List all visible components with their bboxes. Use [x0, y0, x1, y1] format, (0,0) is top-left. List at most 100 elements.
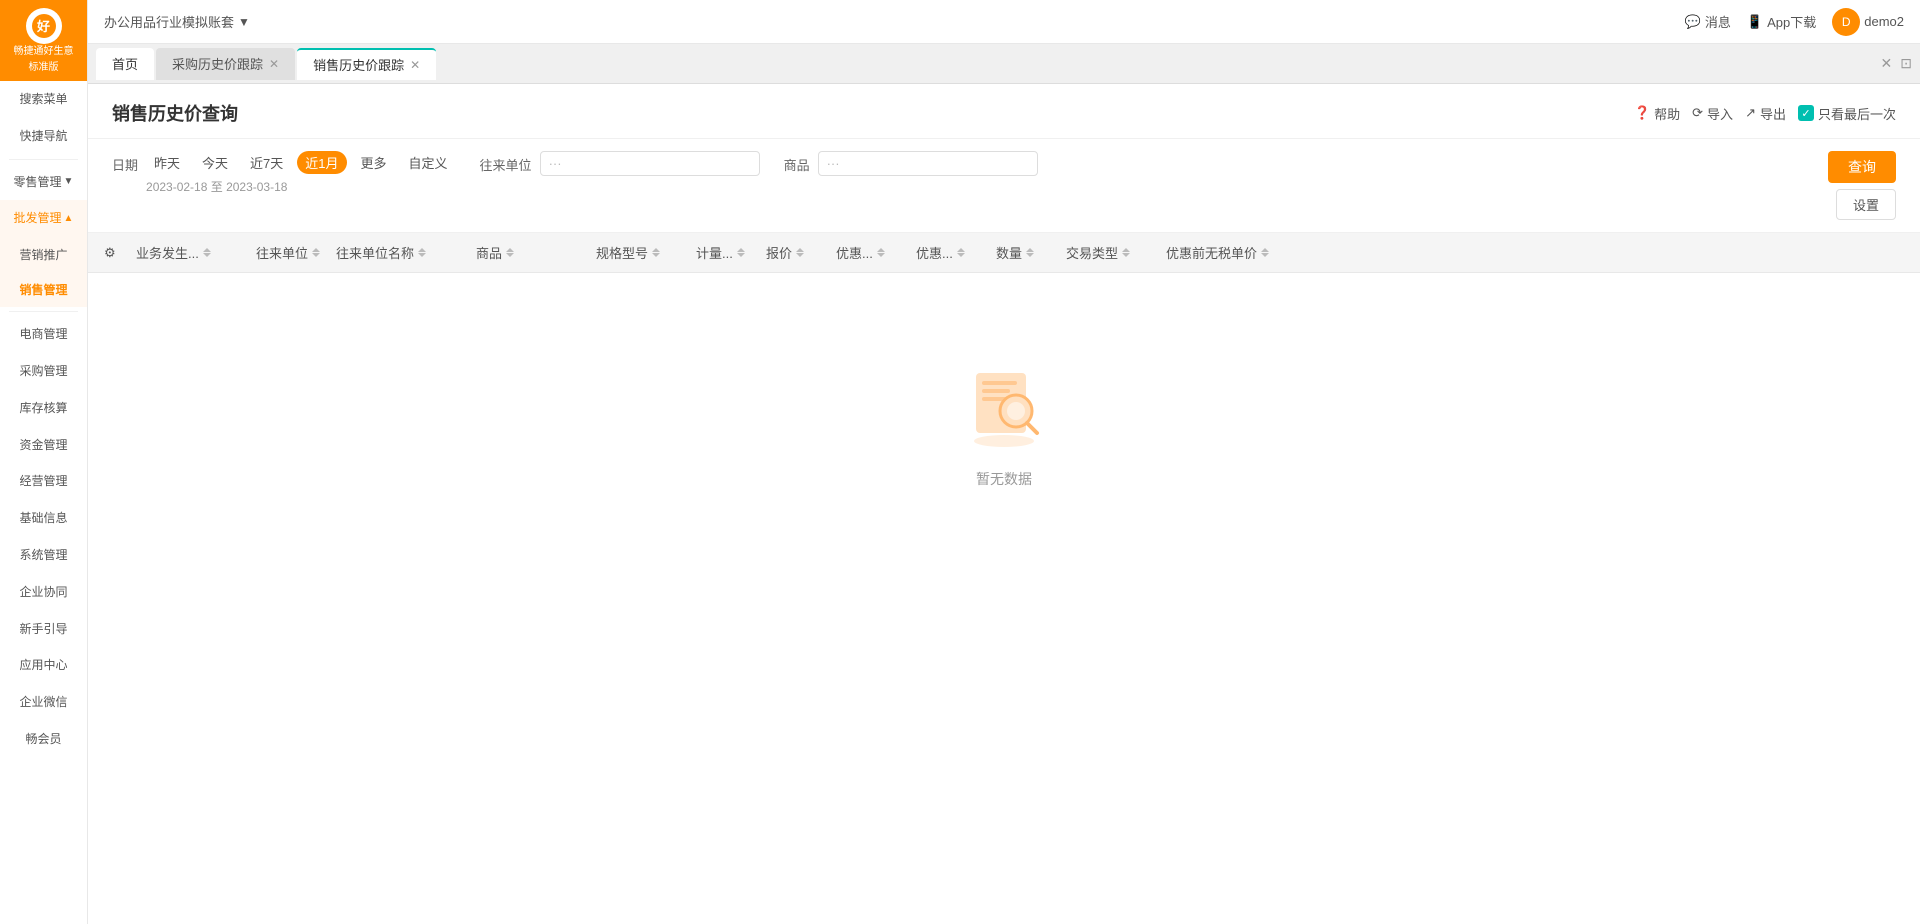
th-trade-type-sort: [1122, 248, 1130, 257]
th-pre-tax[interactable]: 优惠前无税单价: [1158, 243, 1912, 262]
company-name: 办公用品行业模拟账套: [104, 12, 234, 31]
th-price-label: 报价: [766, 243, 792, 262]
user-profile[interactable]: D demo2: [1832, 8, 1904, 36]
message-icon: 💬: [1685, 14, 1701, 30]
company-selector[interactable]: 办公用品行业模拟账套 ▼: [104, 12, 250, 31]
sidebar-item-ecommerce-mgmt[interactable]: 电商管理: [0, 316, 87, 353]
sidebar-item-retail-mgmt[interactable]: 零售管理 ▼: [0, 164, 87, 201]
th-unit[interactable]: 计量...: [688, 243, 758, 262]
tab-sales-close-icon[interactable]: ✕: [410, 58, 420, 72]
product-filter-group: 商品 ···: [784, 151, 1038, 176]
app-name: 畅捷通好生意: [14, 46, 74, 58]
tab-bar: 首页 采购历史价跟踪 ✕ 销售历史价跟踪 ✕ ✕ ⊡: [88, 44, 1920, 84]
export-btn[interactable]: ↗ 导出: [1745, 104, 1786, 123]
empty-state: 暂无数据: [88, 273, 1920, 569]
help-btn[interactable]: ❓ 帮助: [1634, 104, 1680, 123]
sidebar-item-enterprise-wechat[interactable]: 企业微信: [0, 684, 87, 721]
sidebar-item-enterprise-coop[interactable]: 企业协同: [0, 574, 87, 611]
product-placeholder: ···: [827, 156, 840, 171]
app-logo[interactable]: 好 畅捷通好生意 标准版: [0, 0, 87, 81]
th-spec-label: 规格型号: [596, 243, 648, 262]
th-product[interactable]: 商品: [468, 243, 588, 262]
sidebar-item-finance-mgmt[interactable]: 资金管理: [0, 427, 87, 464]
import-btn[interactable]: ⟳ 导入: [1692, 104, 1733, 123]
th-unit-label: 计量...: [696, 243, 733, 262]
date-option-7days[interactable]: 近7天: [242, 151, 291, 174]
maximize-icon[interactable]: ⊡: [1900, 55, 1912, 72]
download-icon: 📱: [1747, 14, 1763, 30]
tab-home[interactable]: 首页: [96, 48, 154, 80]
sidebar-item-system-mgmt[interactable]: 系统管理: [0, 537, 87, 574]
product-input[interactable]: ···: [818, 151, 1038, 176]
date-option-more[interactable]: 更多: [353, 151, 395, 174]
th-settings[interactable]: ⚙: [96, 245, 128, 261]
th-discount1[interactable]: 优惠...: [828, 243, 908, 262]
wholesale-submenu: 营销推广 销售管理: [0, 237, 87, 307]
sidebar-item-marketing[interactable]: 营销推广: [0, 237, 87, 272]
partner-input[interactable]: ···: [540, 151, 760, 176]
sidebar-item-quick-nav[interactable]: 快捷导航: [0, 118, 87, 155]
th-partner-code-label: 往来单位: [256, 243, 308, 262]
table-container: ⚙ 业务发生... 往来单位 往来单位名: [88, 233, 1920, 569]
only-last-label: 只看最后一次: [1818, 104, 1896, 123]
tab-purchase-history[interactable]: 采购历史价跟踪 ✕: [156, 48, 295, 80]
page-actions: ❓ 帮助 ⟳ 导入 ↗ 导出 ✓ 只看最后一次: [1634, 104, 1896, 123]
query-button[interactable]: 查询: [1828, 151, 1896, 183]
th-price[interactable]: 报价: [758, 243, 828, 262]
th-product-label: 商品: [476, 243, 502, 262]
sidebar: 好 畅捷通好生意 标准版 搜索菜单 快捷导航 零售管理 ▼ 批发管理 ▲ 营销推…: [0, 0, 88, 924]
th-spec[interactable]: 规格型号: [588, 243, 688, 262]
filter-right: 查询 设置: [1828, 151, 1896, 220]
th-business[interactable]: 业务发生...: [128, 243, 248, 262]
app-version: 标准版: [29, 58, 59, 73]
message-btn[interactable]: 💬 消息: [1685, 12, 1731, 31]
sidebar-item-purchase-mgmt[interactable]: 采购管理: [0, 353, 87, 390]
tab-sales-history[interactable]: 销售历史价跟踪 ✕: [297, 48, 436, 80]
tab-home-label: 首页: [112, 54, 138, 73]
sidebar-item-sales-mgmt[interactable]: 销售管理: [0, 272, 87, 307]
help-icon: ❓: [1634, 105, 1650, 121]
th-business-sort: [203, 248, 211, 257]
th-qty[interactable]: 数量: [988, 243, 1058, 262]
import-icon: ⟳: [1692, 105, 1703, 121]
th-partner-name-sort: [418, 248, 426, 257]
sidebar-item-new-guide[interactable]: 新手引导: [0, 611, 87, 648]
sidebar-item-search-menu[interactable]: 搜索菜单: [0, 81, 87, 118]
user-name: demo2: [1864, 14, 1904, 29]
filter-bar: 日期 昨天 今天 近7天 近1月 更多 自定义 2023-02-18 至 202…: [88, 139, 1920, 233]
app-download-label: App下载: [1767, 12, 1816, 31]
th-partner-name[interactable]: 往来单位名称: [328, 243, 468, 262]
close-window-icon[interactable]: ✕: [1881, 55, 1893, 72]
import-label: 导入: [1707, 104, 1733, 123]
th-business-label: 业务发生...: [136, 243, 199, 262]
th-unit-sort: [737, 248, 745, 257]
topbar-left: 办公用品行业模拟账套 ▼: [104, 12, 250, 31]
date-option-today[interactable]: 今天: [194, 151, 236, 174]
sidebar-item-inventory[interactable]: 库存核算: [0, 390, 87, 427]
date-filter-label: 日期: [112, 151, 138, 174]
sidebar-item-wholesale-mgmt[interactable]: 批发管理 ▲: [0, 200, 87, 237]
date-option-custom[interactable]: 自定义: [401, 151, 456, 174]
empty-text: 暂无数据: [976, 469, 1032, 489]
th-discount2[interactable]: 优惠...: [908, 243, 988, 262]
th-partner-code[interactable]: 往来单位: [248, 243, 328, 262]
sidebar-item-membership[interactable]: 畅会员: [0, 721, 87, 758]
page-header: 销售历史价查询 ❓ 帮助 ⟳ 导入 ↗ 导出 ✓ 只看最后一次: [88, 84, 1920, 139]
tab-purchase-close-icon[interactable]: ✕: [269, 57, 279, 71]
app-download-btn[interactable]: 📱 App下载: [1747, 12, 1816, 31]
th-discount2-sort: [957, 248, 965, 257]
sidebar-item-app-center[interactable]: 应用中心: [0, 647, 87, 684]
th-discount1-sort: [877, 248, 885, 257]
date-option-yesterday[interactable]: 昨天: [146, 151, 188, 174]
sidebar-item-basic-info[interactable]: 基础信息: [0, 500, 87, 537]
th-discount2-label: 优惠...: [916, 243, 953, 262]
settings-gear-icon: ⚙: [104, 245, 116, 261]
th-trade-type[interactable]: 交易类型: [1058, 243, 1158, 262]
date-option-1month[interactable]: 近1月: [297, 151, 346, 174]
tab-purchase-history-label: 采购历史价跟踪: [172, 54, 263, 73]
sidebar-item-ops-mgmt[interactable]: 经营管理: [0, 463, 87, 500]
settings-button[interactable]: 设置: [1836, 189, 1896, 220]
date-filter-group: 日期 昨天 今天 近7天 近1月 更多 自定义 2023-02-18 至 202…: [112, 151, 456, 195]
only-last-checkbox[interactable]: ✓ 只看最后一次: [1798, 104, 1896, 123]
th-trade-type-label: 交易类型: [1066, 243, 1118, 262]
